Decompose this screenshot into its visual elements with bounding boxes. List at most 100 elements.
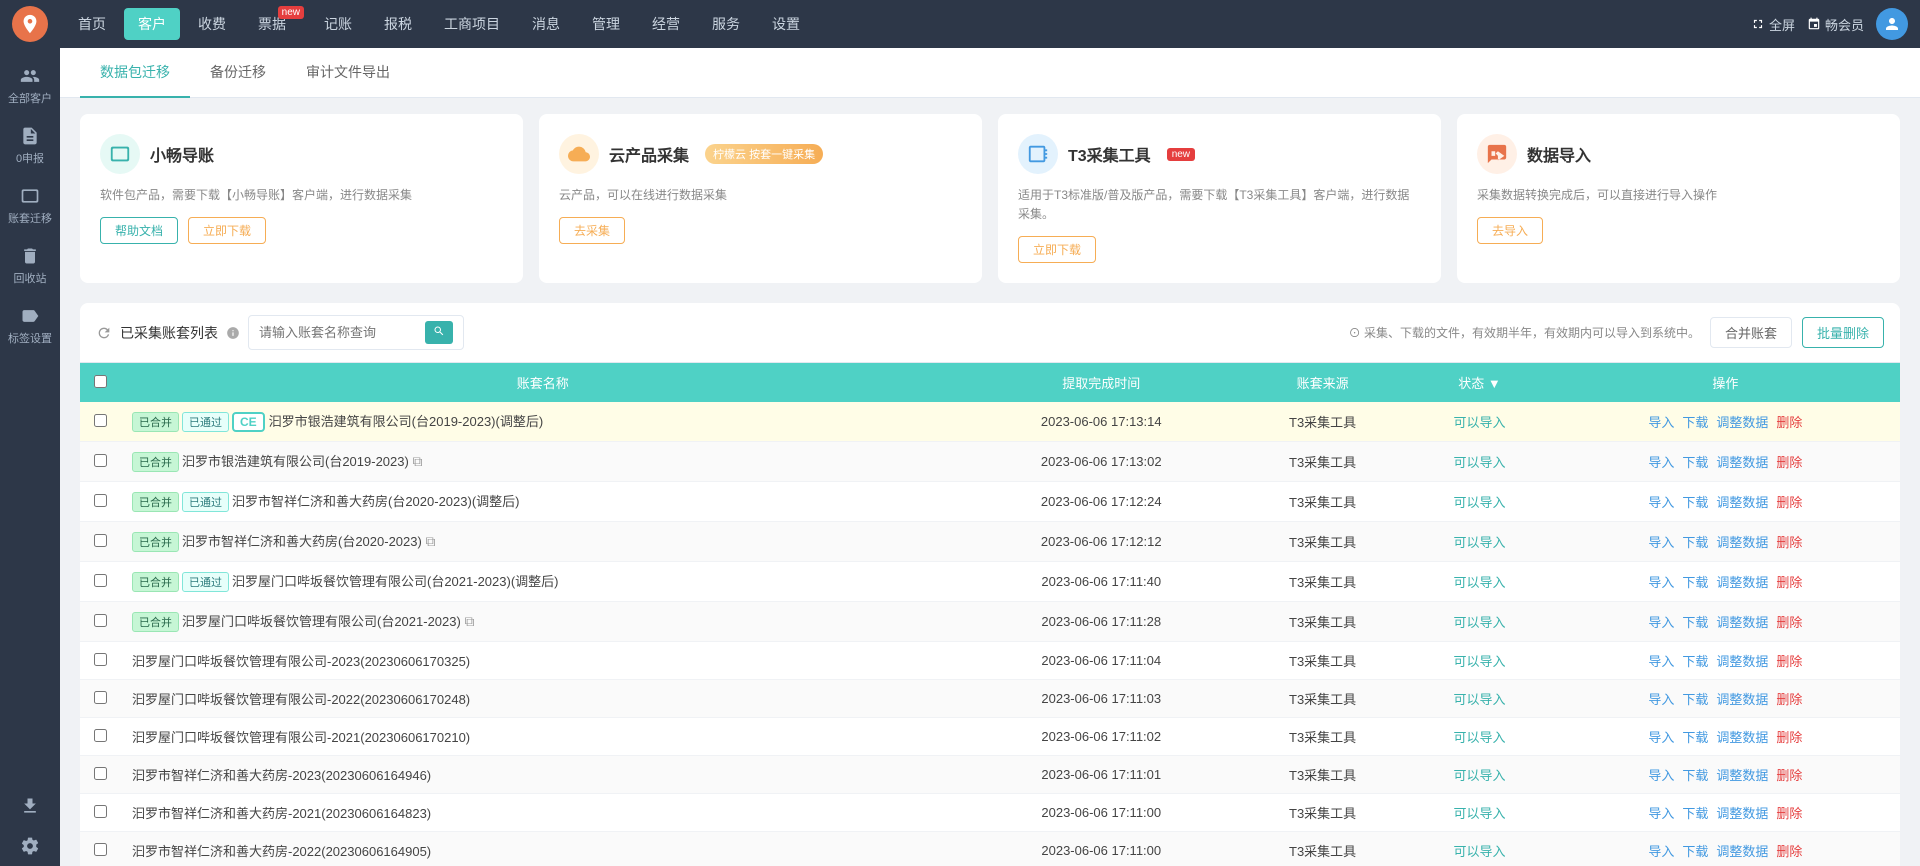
tab-audit-export[interactable]: 审计文件导出 [286,48,410,98]
action-导入[interactable]: 导入 [1648,495,1674,510]
action-下载[interactable]: 下载 [1682,730,1708,745]
member-button[interactable]: 畅会员 [1807,15,1864,34]
action-导入[interactable]: 导入 [1648,806,1674,821]
row-checkbox[interactable] [94,454,107,467]
action-删除[interactable]: 删除 [1776,575,1802,590]
action-下载[interactable]: 下载 [1682,692,1708,707]
action-调整数据[interactable]: 调整数据 [1716,535,1768,550]
row-checkbox[interactable] [94,729,107,742]
action-调整数据[interactable]: 调整数据 [1716,806,1768,821]
action-删除[interactable]: 删除 [1776,455,1802,470]
row-checkbox[interactable] [94,574,107,587]
action-调整数据[interactable]: 调整数据 [1716,768,1768,783]
cloud-collect-btn[interactable]: 去采集 [559,217,625,244]
action-删除[interactable]: 删除 [1776,495,1802,510]
xiaochang-help-btn[interactable]: 帮助文档 [100,217,178,244]
nav-service[interactable]: 服务 [698,8,754,40]
row-copy-icon[interactable]: ⧉ [425,533,435,549]
action-调整数据[interactable]: 调整数据 [1716,455,1768,470]
nav-message[interactable]: 消息 [518,8,574,40]
action-删除[interactable]: 删除 [1776,844,1802,859]
action-删除[interactable]: 删除 [1776,615,1802,630]
sidebar-item-recycle[interactable]: 回收站 [0,236,60,296]
action-下载[interactable]: 下载 [1682,455,1708,470]
action-下载[interactable]: 下载 [1682,768,1708,783]
nav-operation[interactable]: 经营 [638,8,694,40]
nav-home[interactable]: 首页 [64,8,120,40]
sidebar-item-migrate[interactable]: 账套迁移 [0,176,60,236]
action-删除[interactable]: 删除 [1776,768,1802,783]
row-checkbox[interactable] [94,767,107,780]
action-调整数据[interactable]: 调整数据 [1716,575,1768,590]
select-all-checkbox[interactable] [94,375,107,388]
action-导入[interactable]: 导入 [1648,692,1674,707]
action-下载[interactable]: 下载 [1682,415,1708,430]
action-调整数据[interactable]: 调整数据 [1716,654,1768,669]
row-copy-icon[interactable]: ⧉ [412,453,422,469]
action-导入[interactable]: 导入 [1648,415,1674,430]
row-checkbox[interactable] [94,653,107,666]
action-导入[interactable]: 导入 [1648,455,1674,470]
action-导入[interactable]: 导入 [1648,844,1674,859]
tab-data-migration[interactable]: 数据包迁移 [80,48,190,98]
action-删除[interactable]: 删除 [1776,806,1802,821]
action-删除[interactable]: 删除 [1776,692,1802,707]
sidebar-item-all-customers[interactable]: 全部客户 [0,56,60,116]
action-调整数据[interactable]: 调整数据 [1716,730,1768,745]
action-下载[interactable]: 下载 [1682,654,1708,669]
action-调整数据[interactable]: 调整数据 [1716,844,1768,859]
action-删除[interactable]: 删除 [1776,654,1802,669]
row-checkbox[interactable] [94,534,107,547]
nav-customer[interactable]: 客户 [124,8,180,40]
row-checkbox[interactable] [94,494,107,507]
row-checkbox[interactable] [94,614,107,627]
action-导入[interactable]: 导入 [1648,575,1674,590]
action-调整数据[interactable]: 调整数据 [1716,495,1768,510]
logo[interactable] [12,6,48,42]
sidebar-item-tag[interactable]: 标签设置 [0,296,60,356]
sidebar-item-settings[interactable] [20,826,40,866]
action-下载[interactable]: 下载 [1682,535,1708,550]
nav-industry[interactable]: 工商项目 [430,8,514,40]
sidebar-item-zero-report[interactable]: 0申报 [0,116,60,176]
nav-manage[interactable]: 管理 [578,8,634,40]
row-checkbox[interactable] [94,843,107,856]
search-button[interactable] [425,321,453,344]
xiaochang-download-btn[interactable]: 立即下载 [188,217,266,244]
action-下载[interactable]: 下载 [1682,844,1708,859]
nav-bill[interactable]: 票据 new [244,8,306,40]
tab-backup-migration[interactable]: 备份迁移 [190,48,286,98]
refresh-icon[interactable] [96,325,112,341]
nav-tax[interactable]: 报税 [370,8,426,40]
nav-bookkeep[interactable]: 记账 [310,8,366,40]
batch-delete-button[interactable]: 批量删除 [1802,317,1884,348]
action-下载[interactable]: 下载 [1682,495,1708,510]
sidebar-item-download[interactable] [20,786,40,826]
action-导入[interactable]: 导入 [1648,730,1674,745]
fullscreen-button[interactable]: 全屏 [1751,15,1795,34]
action-调整数据[interactable]: 调整数据 [1716,615,1768,630]
action-下载[interactable]: 下载 [1682,575,1708,590]
row-checkbox[interactable] [94,805,107,818]
action-导入[interactable]: 导入 [1648,768,1674,783]
t3-download-btn[interactable]: 立即下载 [1018,236,1096,263]
action-导入[interactable]: 导入 [1648,535,1674,550]
action-下载[interactable]: 下载 [1682,806,1708,821]
nav-fee[interactable]: 收费 [184,8,240,40]
merge-button[interactable]: 合并账套 [1710,317,1792,348]
action-调整数据[interactable]: 调整数据 [1716,692,1768,707]
action-调整数据[interactable]: 调整数据 [1716,415,1768,430]
action-导入[interactable]: 导入 [1648,615,1674,630]
dataimport-import-btn[interactable]: 去导入 [1477,217,1543,244]
action-下载[interactable]: 下载 [1682,615,1708,630]
user-avatar[interactable] [1876,8,1908,40]
nav-settings[interactable]: 设置 [758,8,814,40]
action-删除[interactable]: 删除 [1776,415,1802,430]
action-删除[interactable]: 删除 [1776,730,1802,745]
row-checkbox[interactable] [94,691,107,704]
action-删除[interactable]: 删除 [1776,535,1802,550]
row-copy-icon[interactable]: ⧉ [464,613,474,629]
search-input[interactable] [259,325,419,340]
row-checkbox[interactable] [94,414,107,427]
action-导入[interactable]: 导入 [1648,654,1674,669]
